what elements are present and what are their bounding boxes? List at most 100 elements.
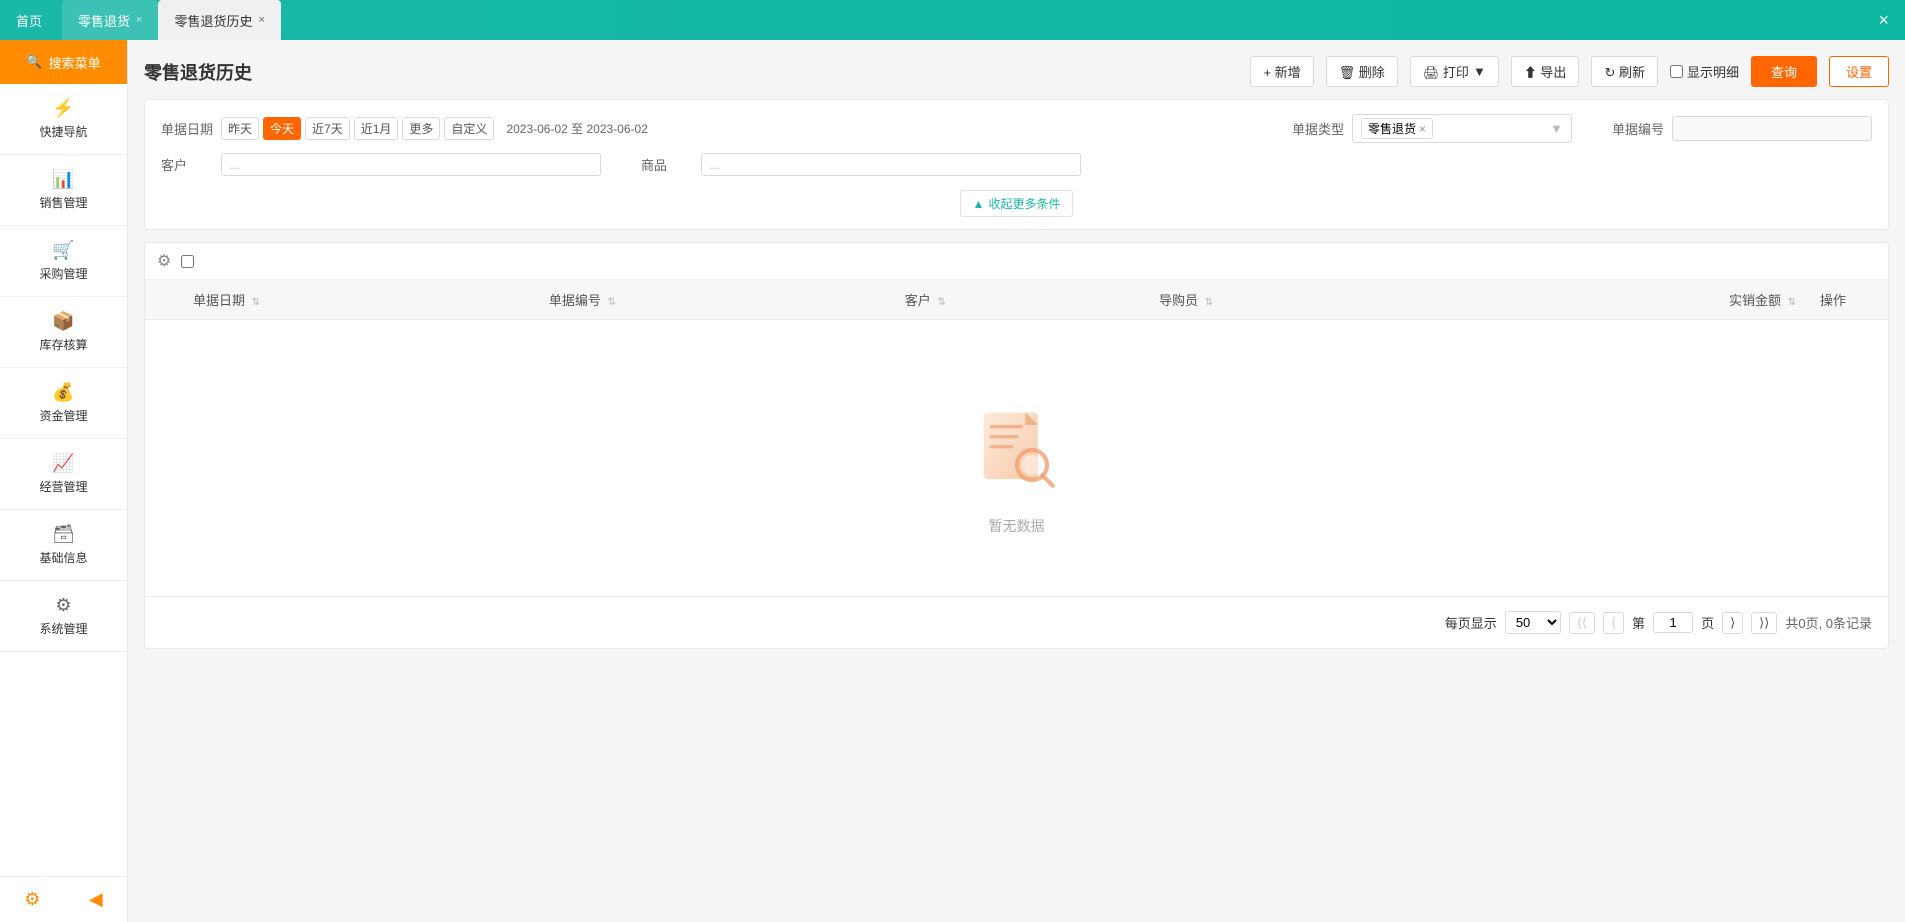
th-date-label: 单据日期 — [193, 293, 245, 308]
data-table: 单据日期 ⇅ 单据编号 ⇅ 客户 ⇅ 导购员 ⇅ — [145, 280, 1888, 596]
sidebar-item-label: 资金管理 — [39, 407, 87, 424]
sidebar-item-label: 采购管理 — [39, 265, 87, 282]
th-number[interactable]: 单据编号 ⇅ — [537, 280, 893, 320]
table-container: ⚙ 单据日期 ⇅ 单据编号 ⇅ 客户 ⇅ — [144, 242, 1889, 649]
collapse-label: 收起更多条件 — [988, 195, 1060, 212]
sidebar-item-system[interactable]: ⚙ 系统管理 — [0, 581, 127, 652]
tab-retail-return-history-close[interactable]: × — [258, 14, 264, 26]
table-header-row: 单据日期 ⇅ 单据编号 ⇅ 客户 ⇅ 导购员 ⇅ — [145, 280, 1888, 320]
tab-retail-return-close[interactable]: × — [136, 14, 142, 26]
type-selected-tag: 零售退货 × — [1361, 118, 1433, 139]
show-detail-label: 显示明细 — [1687, 62, 1739, 81]
th-customer-sort: ⇅ — [937, 297, 945, 308]
new-button[interactable]: + 新增 — [1250, 56, 1313, 87]
th-amount-sort: ⇅ — [1788, 297, 1796, 308]
setting-button[interactable]: 设置 — [1829, 56, 1889, 87]
date-btn-7days[interactable]: 近7天 — [305, 117, 350, 140]
date-label: 单据日期 — [161, 119, 221, 138]
select-all-checkbox[interactable] — [181, 255, 194, 268]
purchase-icon: 🛒 — [52, 240, 74, 261]
th-date-sort: ⇅ — [252, 297, 260, 308]
type-label: 单据类型 — [1292, 119, 1352, 138]
sidebar-search-label: 搜索菜单 — [49, 53, 101, 72]
show-detail-checkbox[interactable] — [1670, 65, 1683, 78]
date-btn-today[interactable]: 今天 — [263, 117, 301, 140]
sidebar-settings-icon[interactable]: ⚙ — [24, 889, 40, 910]
delete-button[interactable]: 🗑 删除 — [1326, 56, 1398, 87]
date-btn-yesterday[interactable]: 昨天 — [221, 117, 259, 140]
next-page-button[interactable]: ⟩ — [1722, 612, 1743, 634]
top-bar: 首页 零售退货 × 零售退货历史 × × — [0, 0, 1905, 40]
table-settings-icon[interactable]: ⚙ — [157, 251, 171, 271]
th-customer[interactable]: 客户 ⇅ — [893, 280, 1147, 320]
table-toolbar: ⚙ — [145, 243, 1888, 280]
inventory-icon: 📦 — [52, 311, 74, 332]
tab-retail-return-label: 零售退货 — [78, 11, 130, 30]
sidebar-bottom: ⚙ ◀ — [0, 876, 127, 922]
type-selected-value: 零售退货 — [1368, 120, 1416, 137]
top-bar-close[interactable]: × — [1878, 10, 1905, 31]
total-info: 共0页, 0条记录 — [1785, 613, 1872, 632]
table-body: 暂无数据 — [145, 320, 1888, 597]
refresh-button[interactable]: ↻ 刷新 — [1591, 56, 1658, 87]
empty-text: 暂无数据 — [989, 516, 1045, 536]
th-date[interactable]: 单据日期 ⇅ — [181, 280, 537, 320]
th-guide[interactable]: 导购员 ⇅ — [1147, 280, 1452, 320]
sidebar-item-label: 库存核算 — [39, 336, 87, 353]
filter-row-1: 单据日期 昨天 今天 近7天 近1月 更多 自定义 2023-06-02 至 2… — [161, 114, 1872, 143]
sidebar-search[interactable]: 🔍 搜索菜单 — [0, 40, 127, 84]
export-button[interactable]: ⬆ 导出 — [1511, 56, 1580, 87]
sidebar-item-quick-nav[interactable]: ⚡ 快捷导航 — [0, 84, 127, 155]
operations-icon: 📈 — [52, 453, 74, 474]
first-page-button[interactable]: ⟨⟨ — [1569, 612, 1595, 634]
tab-retail-return-history[interactable]: 零售退货历史 × — [158, 0, 280, 40]
tab-home[interactable]: 首页 — [0, 0, 58, 40]
type-select[interactable]: 零售退货 × ▼ — [1352, 114, 1572, 143]
sidebar-item-label: 系统管理 — [39, 620, 87, 637]
date-btn-custom[interactable]: 自定义 — [444, 117, 494, 140]
th-amount-label: 实销金额 — [1729, 293, 1781, 308]
goods-select[interactable]: ... — [701, 153, 1081, 176]
query-button[interactable]: 查询 — [1751, 56, 1817, 87]
tab-list: 首页 零售退货 × 零售退货历史 × — [0, 0, 1878, 40]
th-number-sort: ⇅ — [608, 297, 616, 308]
sidebar-item-purchase[interactable]: 🛒 采购管理 — [0, 226, 127, 297]
prev-page-button[interactable]: ⟨ — [1603, 612, 1624, 634]
th-ops-label: 操作 — [1820, 293, 1846, 308]
date-btn-more[interactable]: 更多 — [402, 117, 440, 140]
voucher-input[interactable] — [1672, 116, 1872, 141]
sidebar-item-label: 基础信息 — [39, 549, 87, 566]
per-page-select[interactable]: 20 50 100 — [1505, 611, 1561, 634]
page-title: 零售退货历史 — [144, 59, 252, 85]
date-buttons: 昨天 今天 近7天 近1月 更多 自定义 — [221, 117, 494, 140]
goods-placeholder: ... — [710, 157, 721, 172]
customer-select[interactable]: ... — [221, 153, 601, 176]
collapse-up-icon: ▲ — [973, 197, 985, 211]
type-clear-icon[interactable]: × — [1419, 122, 1426, 136]
sidebar-item-finance[interactable]: 💰 资金管理 — [0, 368, 127, 439]
page-header: 零售退货历史 + 新增 🗑 删除 🖨 打印 ▼ ⬆ 导出 ↻ 刷新 显示明细 — [144, 56, 1889, 87]
print-button[interactable]: 🖨 打印 ▼ — [1410, 56, 1499, 87]
type-dropdown-icon: ▼ — [1550, 121, 1563, 136]
empty-state: 暂无数据 — [145, 320, 1888, 596]
sidebar-item-inventory[interactable]: 📦 库存核算 — [0, 297, 127, 368]
tab-retail-return[interactable]: 零售退货 × — [62, 0, 158, 40]
show-detail-toggle[interactable]: 显示明细 — [1670, 62, 1739, 81]
pagination: 每页显示 20 50 100 ⟨⟨ ⟨ 第 页 ⟩ ⟩⟩ 共0页, 0条记录 — [145, 596, 1888, 648]
date-btn-1month[interactable]: 近1月 — [354, 117, 399, 140]
system-icon: ⚙ — [55, 595, 71, 616]
finance-icon: 💰 — [52, 382, 74, 403]
sidebar-item-sales[interactable]: 📊 销售管理 — [0, 155, 127, 226]
th-ops: 操作 — [1808, 280, 1888, 320]
th-amount[interactable]: 实销金额 ⇅ — [1452, 280, 1808, 320]
sidebar-item-operations[interactable]: 📈 经营管理 — [0, 439, 127, 510]
sidebar-item-basic-info[interactable]: 🗃 基础信息 — [0, 510, 127, 581]
customer-placeholder: ... — [230, 157, 241, 172]
collapse-button[interactable]: ▲ 收起更多条件 — [960, 190, 1074, 217]
last-page-button[interactable]: ⟩⟩ — [1751, 612, 1777, 634]
page-number-input[interactable] — [1653, 612, 1693, 633]
main-content: 零售退货历史 + 新增 🗑 删除 🖨 打印 ▼ ⬆ 导出 ↻ 刷新 显示明细 — [128, 40, 1905, 922]
collapse-row: ▲ 收起更多条件 — [161, 186, 1872, 221]
sidebar-collapse-icon[interactable]: ◀ — [89, 889, 103, 910]
page-label: 第 — [1632, 613, 1645, 632]
